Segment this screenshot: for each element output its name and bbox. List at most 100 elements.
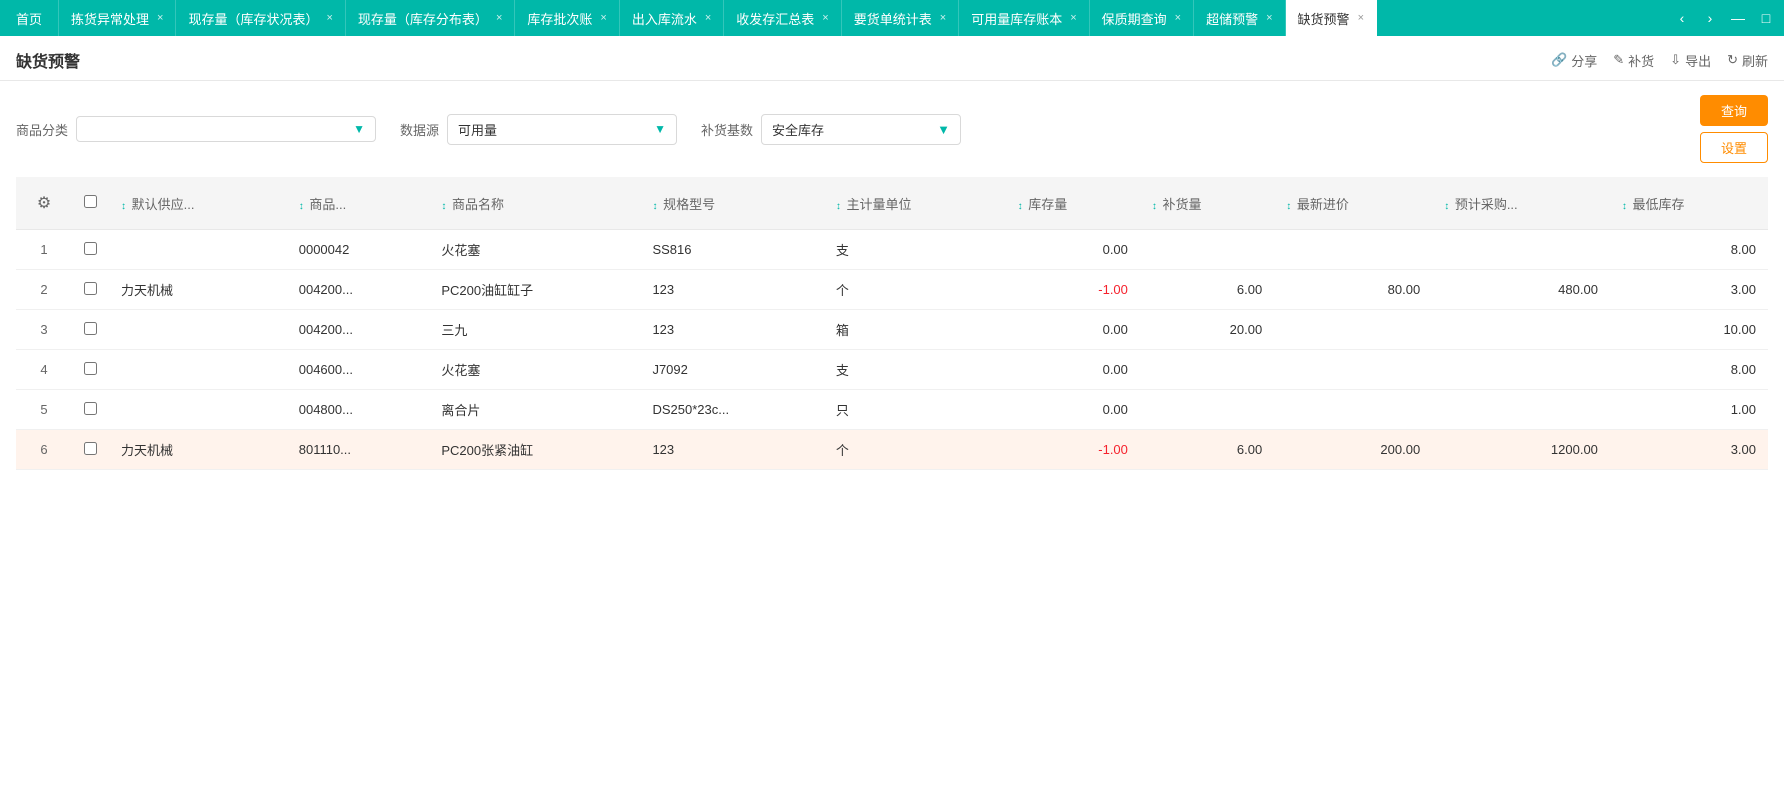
row-supplier: 力天机械 <box>109 430 287 470</box>
home-label: 首页 <box>16 9 42 28</box>
prev-tab-btn[interactable]: ‹ <box>1668 4 1696 32</box>
row-stock: 0.00 <box>1006 350 1140 390</box>
row-latest-price <box>1274 350 1432 390</box>
col-header-product-name[interactable]: ↕ 商品名称 <box>429 177 640 230</box>
row-supplier: 力天机械 <box>109 270 287 310</box>
row-unit: 只 <box>824 390 1006 430</box>
query-button[interactable]: 查询 <box>1700 95 1768 126</box>
tab-close-icon[interactable]: × <box>822 12 828 24</box>
row-replenish <box>1140 390 1274 430</box>
row-latest-price: 200.00 <box>1274 430 1432 470</box>
product-category-filter: 商品分类 ▼ <box>16 116 376 142</box>
row-product-name: PC200油缸缸子 <box>429 270 640 310</box>
replenish-btn[interactable]: ✎ 补货 <box>1613 51 1654 70</box>
tab-close-icon[interactable]: × <box>600 12 606 24</box>
nav-tab-tab4[interactable]: 库存批次账× <box>515 0 619 36</box>
product-category-select[interactable]: ▼ <box>76 116 376 142</box>
tab-close-icon[interactable]: × <box>1175 12 1181 24</box>
sort-icon-stock: ↕ <box>1018 201 1023 212</box>
minimize-btn[interactable]: — <box>1724 4 1752 32</box>
row-checkbox[interactable] <box>84 322 97 335</box>
settings-button[interactable]: 设置 <box>1700 132 1768 163</box>
tab-close-icon[interactable]: × <box>496 12 502 24</box>
row-min-stock: 8.00 <box>1610 350 1768 390</box>
tab-close-icon[interactable]: × <box>157 12 163 24</box>
row-estimated-purchase <box>1432 310 1610 350</box>
col-header-latest-price[interactable]: ↕ 最新进价 <box>1274 177 1432 230</box>
sort-icon-product-name: ↕ <box>441 201 446 212</box>
header-actions: 🔗 分享 ✎ 补货 ⇩ 导出 ↻ 刷新 <box>1551 51 1768 70</box>
data-source-arrow-icon: ▼ <box>654 122 666 136</box>
col-unit-label: 主计量单位 <box>847 197 912 212</box>
row-checkbox[interactable] <box>84 242 97 255</box>
col-header-supplier[interactable]: ↕ 默认供应... <box>109 177 287 230</box>
col-header-spec[interactable]: ↕ 规格型号 <box>640 177 823 230</box>
select-all-checkbox[interactable] <box>84 195 97 208</box>
row-product-name: 火花塞 <box>429 350 640 390</box>
table-settings-icon[interactable]: ⚙ <box>28 187 60 219</box>
nav-tab-tab11[interactable]: 缺货预警× <box>1286 0 1377 36</box>
row-estimated-purchase <box>1432 230 1610 270</box>
row-replenish: 20.00 <box>1140 310 1274 350</box>
tab-close-icon[interactable]: × <box>705 12 711 24</box>
row-supplier <box>109 390 287 430</box>
row-latest-price <box>1274 390 1432 430</box>
tab-close-icon[interactable]: × <box>1266 12 1272 24</box>
data-source-select[interactable]: 可用量 ▼ <box>447 114 677 145</box>
tab-label: 收发存汇总表 <box>736 9 814 28</box>
col-latest-price-label: 最新进价 <box>1297 197 1349 212</box>
row-checkbox[interactable] <box>84 442 97 455</box>
nav-tab-tab1[interactable]: 拣货异常处理 × <box>59 0 176 36</box>
tab-label: 拣货异常处理 <box>71 9 149 28</box>
nav-tab-tab7[interactable]: 要货单统计表× <box>842 0 959 36</box>
col-spec-label: 规格型号 <box>663 197 715 212</box>
table-container: ⚙ ↕ 默认供应... ↕ 商品... ↕ 商品名称 <box>0 177 1784 470</box>
tab-close-icon[interactable]: × <box>940 12 946 24</box>
sort-icon-min-stock: ↕ <box>1622 201 1627 212</box>
nav-tab-tab8[interactable]: 可用量库存账本× <box>959 0 1089 36</box>
table-row: 4 004600... 火花塞 J7092 支 0.00 8.00 <box>16 350 1768 390</box>
row-checkbox-cell <box>72 430 109 470</box>
nav-tab-tab6[interactable]: 收发存汇总表 × <box>724 0 841 36</box>
col-header-unit[interactable]: ↕ 主计量单位 <box>824 177 1006 230</box>
tab-close-icon[interactable]: × <box>326 12 332 24</box>
row-replenish: 6.00 <box>1140 430 1274 470</box>
table-row: 3 004200... 三九 123 箱 0.00 20.00 10.00 <box>16 310 1768 350</box>
col-header-stock[interactable]: ↕ 库存量 <box>1006 177 1140 230</box>
nav-tab-tab3[interactable]: 现存量（库存分布表） × <box>346 0 515 36</box>
nav-tab-tab2[interactable]: 现存量（库存状况表）× <box>176 0 345 36</box>
row-checkbox[interactable] <box>84 402 97 415</box>
share-btn[interactable]: 🔗 分享 <box>1551 51 1597 70</box>
row-checkbox[interactable] <box>84 362 97 375</box>
filter-buttons: 查询 设置 <box>1700 95 1768 163</box>
col-header-min-stock[interactable]: ↕ 最低库存 <box>1610 177 1768 230</box>
row-product-code: 004200... <box>287 270 430 310</box>
col-header-replenish[interactable]: ↕ 补货量 <box>1140 177 1274 230</box>
row-product-name: 三九 <box>429 310 640 350</box>
row-spec: SS816 <box>640 230 823 270</box>
row-checkbox[interactable] <box>84 282 97 295</box>
tab-label: 现存量（库存分布表） <box>358 9 488 28</box>
tab-close-icon[interactable]: × <box>1070 12 1076 24</box>
row-number: 4 <box>16 350 72 390</box>
next-tab-btn[interactable]: › <box>1696 4 1724 32</box>
row-product-name: 火花塞 <box>429 230 640 270</box>
nav-tab-tab9[interactable]: 保质期查询× <box>1090 0 1194 36</box>
col-replenish-label: 补货量 <box>1163 197 1202 212</box>
refresh-btn[interactable]: ↻ 刷新 <box>1727 51 1768 70</box>
maximize-btn[interactable]: □ <box>1752 4 1780 32</box>
col-header-product-code[interactable]: ↕ 商品... <box>287 177 430 230</box>
home-tab[interactable]: 首页 <box>0 0 59 36</box>
tab-close-icon[interactable]: × <box>1358 12 1364 24</box>
row-supplier <box>109 230 287 270</box>
data-source-label: 数据源 <box>400 120 439 139</box>
row-unit: 支 <box>824 350 1006 390</box>
row-stock: 0.00 <box>1006 310 1140 350</box>
replenish-base-select[interactable]: 安全库存 ▼ <box>761 114 961 145</box>
col-header-estimated-purchase[interactable]: ↕ 预计采购... <box>1432 177 1610 230</box>
row-checkbox-cell <box>72 270 109 310</box>
export-btn[interactable]: ⇩ 导出 <box>1670 51 1711 70</box>
nav-tab-tab10[interactable]: 超储预警× <box>1194 0 1285 36</box>
nav-tab-tab5[interactable]: 出入库流水× <box>620 0 724 36</box>
col-stock-label: 库存量 <box>1028 197 1067 212</box>
